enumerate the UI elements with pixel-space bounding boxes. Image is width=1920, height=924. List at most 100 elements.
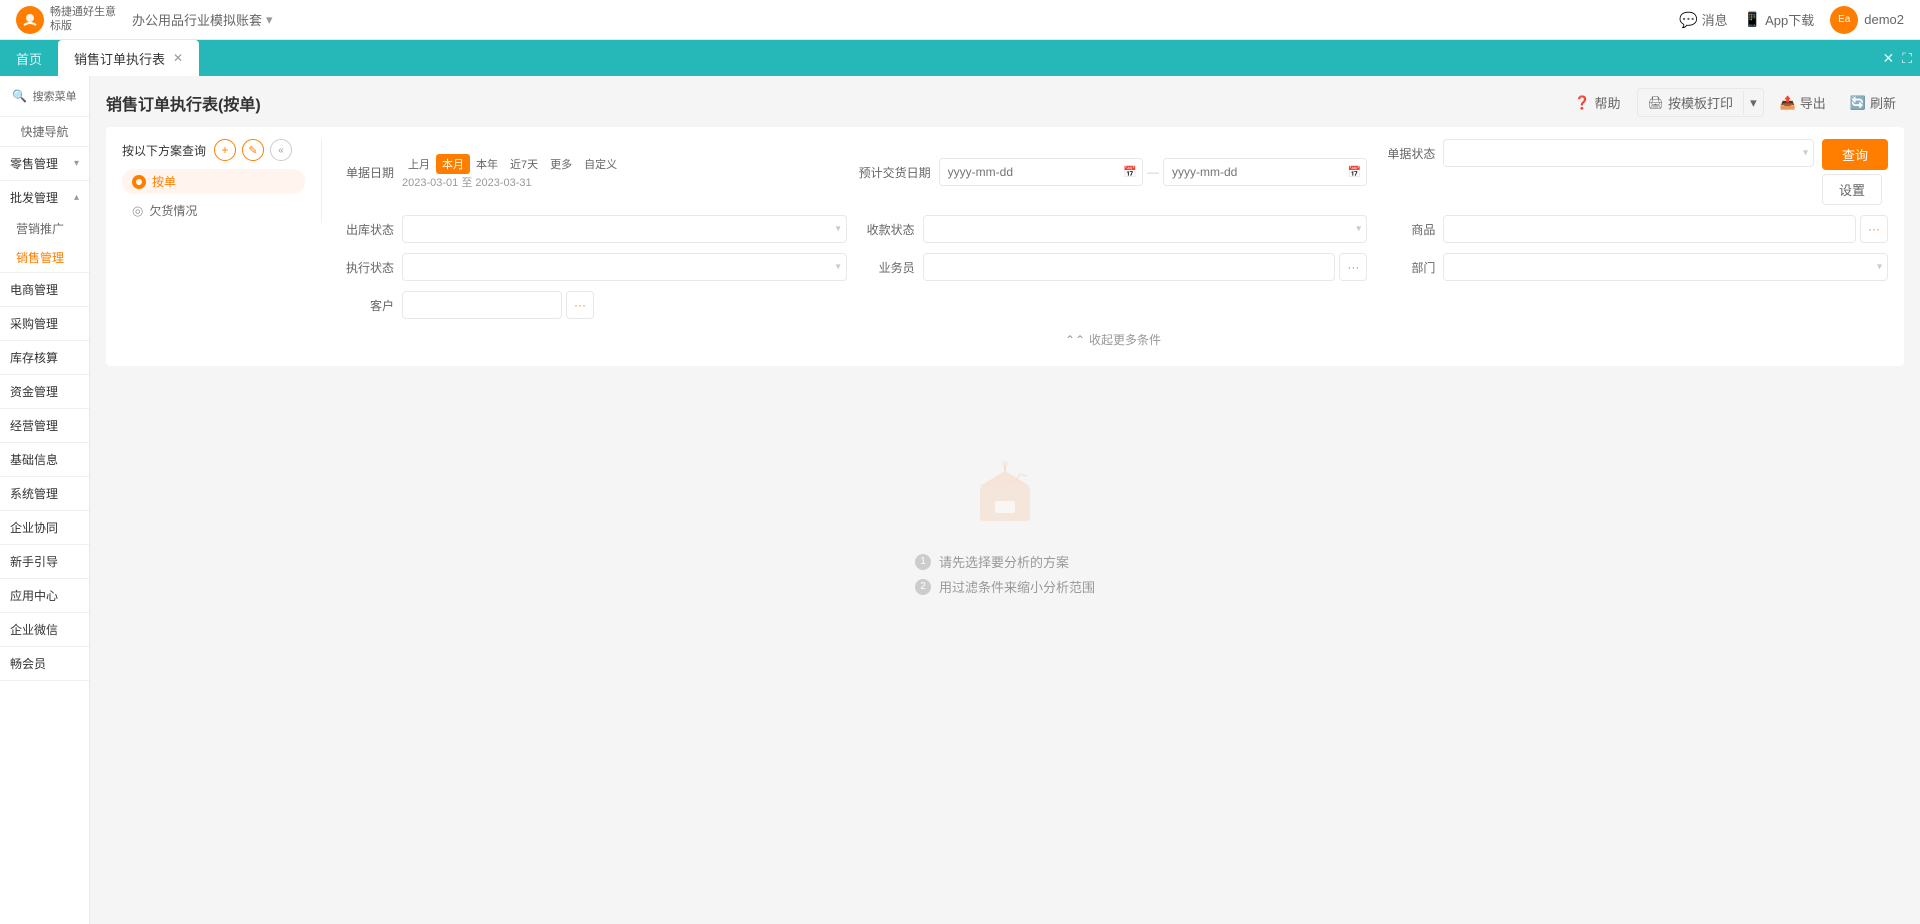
message-button[interactable]: 💬 消息	[1679, 10, 1728, 29]
expected-date-label: 预计交货日期	[859, 164, 931, 181]
expected-date-end-wrap: 📅	[1163, 158, 1367, 186]
tab-close-icon[interactable]: ✕	[173, 51, 183, 65]
expected-date-end-input[interactable]	[1163, 158, 1367, 186]
date-separator: —	[1147, 165, 1159, 179]
date-quick-custom[interactable]: 自定义	[578, 154, 623, 174]
delivery-status-label: 出库状态	[338, 221, 394, 238]
settings-button[interactable]: 设置	[1822, 174, 1882, 205]
edit-plan-button[interactable]: ✎	[242, 139, 264, 161]
date-quick-this-year[interactable]: 本年	[470, 154, 504, 174]
sidebar-operations-title[interactable]: 经营管理	[0, 409, 89, 442]
sidebar-wechat-title[interactable]: 企业微信	[0, 613, 89, 646]
date-quick-more[interactable]: 更多	[544, 154, 578, 174]
product-input-wrap: ···	[1443, 215, 1888, 243]
collapse-bar[interactable]: ⌃⌃ 收起更多条件	[338, 325, 1888, 354]
print-button-group: 🖨 按模板打印 ▾	[1637, 88, 1764, 117]
sidebar: 🔍 搜索菜单 快捷导航 零售管理 ▾ 批发管理 ▴ 营销推广 销售管理	[0, 76, 90, 924]
refresh-button[interactable]: 🔄 刷新	[1842, 89, 1904, 116]
salesperson-field: 业务员 ···	[859, 253, 1368, 281]
search-menu-button[interactable]: 🔍 搜索菜单	[8, 84, 81, 108]
collapse-panel-button[interactable]: «	[270, 139, 292, 161]
plan-active-dot	[132, 175, 146, 189]
salesperson-input-wrap: ···	[923, 253, 1368, 281]
add-plan-button[interactable]: +	[214, 139, 236, 161]
department-input-wrap: ▾	[1443, 253, 1888, 281]
order-status-select[interactable]	[1443, 139, 1814, 167]
payment-status-select[interactable]	[923, 215, 1368, 243]
sidebar-quick-nav[interactable]: 快捷导航	[0, 117, 89, 147]
refresh-icon: 🔄	[1850, 95, 1866, 111]
sidebar-purchase-title[interactable]: 采购管理	[0, 307, 89, 340]
content-area: 销售订单执行表(按单) ❓ 帮助 🖨 按模板打印 ▾ 📤	[90, 76, 1920, 924]
sidebar-group-inventory: 库存核算	[0, 341, 89, 375]
query-button[interactable]: 查询	[1822, 139, 1888, 170]
filter-row-3: 执行状态 ▾ 业务员	[338, 253, 1888, 281]
product-label: 商品	[1379, 221, 1435, 238]
sidebar-ecommerce-title[interactable]: 电商管理	[0, 273, 89, 306]
sidebar-item-marketing[interactable]: 营销推广	[0, 214, 89, 243]
expected-date-start-input[interactable]	[939, 158, 1143, 186]
product-dots-button[interactable]: ···	[1860, 215, 1888, 243]
department-label: 部门	[1379, 259, 1435, 276]
department-select[interactable]	[1443, 253, 1888, 281]
page-header-actions: ❓ 帮助 🖨 按模板打印 ▾ 📤 导出	[1566, 88, 1904, 117]
date-quick-7days[interactable]: 近7天	[504, 154, 544, 174]
print-icon: 🖨	[1648, 95, 1665, 111]
department-field: 部门 ▾	[1379, 253, 1888, 281]
export-icon: 📤	[1780, 95, 1796, 111]
product-input[interactable]	[1443, 215, 1856, 243]
sidebar-item-sales[interactable]: 销售管理	[0, 243, 89, 272]
export-button[interactable]: 📤 导出	[1772, 89, 1834, 116]
sidebar-group-wechat: 企业微信	[0, 613, 89, 647]
app-download-button[interactable]: 📱 App下载	[1744, 10, 1815, 29]
customer-dots-button[interactable]: ···	[566, 291, 594, 319]
sidebar-finance-title[interactable]: 资金管理	[0, 375, 89, 408]
sidebar-basic-title[interactable]: 基础信息	[0, 443, 89, 476]
user-profile[interactable]: Ea demo2	[1830, 6, 1904, 34]
sidebar-group-ecommerce: 电商管理	[0, 273, 89, 307]
sidebar-appstore-title[interactable]: 应用中心	[0, 579, 89, 612]
execution-status-input-wrap: ▾	[402, 253, 847, 281]
sidebar-newuser-title[interactable]: 新手引导	[0, 545, 89, 578]
date-quick-this-month[interactable]: 本月	[436, 154, 470, 174]
tab-home[interactable]: 首页	[0, 40, 58, 76]
query-btn-group: 查询 设置	[1822, 139, 1888, 205]
empty-illustration	[965, 456, 1045, 536]
main-layout: 🔍 搜索菜单 快捷导航 零售管理 ▾ 批发管理 ▴ 营销推广 销售管理	[0, 76, 1920, 924]
plan-item-欠货情况[interactable]: ◎ 欠货情况	[122, 198, 305, 223]
page-content: 销售订单执行表(按单) ❓ 帮助 🖨 按模板打印 ▾ 📤	[90, 76, 1920, 924]
salesperson-input[interactable]	[923, 253, 1336, 281]
sidebar-inventory-title[interactable]: 库存核算	[0, 341, 89, 374]
plan-section-title: 按以下方案查询	[122, 142, 206, 159]
logo-text: 畅捷通好生意 标版	[50, 6, 116, 32]
tab-close-all-icon[interactable]: ✕	[1882, 50, 1894, 67]
tab-sales-order[interactable]: 销售订单执行表 ✕	[58, 40, 199, 76]
delivery-status-select[interactable]	[402, 215, 847, 243]
collapse-up-icon: ⌃⌃	[1065, 333, 1085, 347]
tab-expand-icon[interactable]: ⛶	[1902, 50, 1912, 67]
sidebar-group-appstore: 应用中心	[0, 579, 89, 613]
header-left: 畅捷通好生意 标版 办公用品行业模拟账套 ▾	[16, 6, 273, 34]
print-button[interactable]: 🖨 按模板打印	[1638, 89, 1744, 116]
print-dropdown-button[interactable]: ▾	[1743, 91, 1763, 115]
sidebar-group-wholesale-title[interactable]: 批发管理 ▴	[0, 181, 89, 214]
search-icon: 🔍	[12, 89, 27, 103]
sidebar-group-member: 畅会员	[0, 647, 89, 681]
sidebar-system-title[interactable]: 系统管理	[0, 477, 89, 510]
execution-status-select[interactable]	[402, 253, 847, 281]
wholesale-expand-icon: ▴	[74, 192, 79, 203]
sidebar-member-title[interactable]: 畅会员	[0, 647, 89, 680]
date-quick-last-month[interactable]: 上月	[402, 154, 436, 174]
sidebar-search-area: 🔍 搜索菜单	[0, 76, 89, 117]
sidebar-group-retail-title[interactable]: 零售管理 ▾	[0, 147, 89, 180]
retail-expand-icon: ▾	[74, 158, 79, 169]
salesperson-dots-button[interactable]: ···	[1339, 253, 1367, 281]
sidebar-group-wholesale: 批发管理 ▴ 营销推广 销售管理	[0, 181, 89, 273]
sidebar-enterprise-title[interactable]: 企业协同	[0, 511, 89, 544]
plan-item-按单[interactable]: 按单	[122, 169, 305, 194]
breadcrumb-dropdown-icon[interactable]: ▾	[266, 12, 273, 28]
plan-inactive-icon: ◎	[132, 203, 143, 219]
customer-input[interactable]	[402, 291, 562, 319]
help-button[interactable]: ❓ 帮助	[1566, 89, 1628, 116]
breadcrumb: 办公用品行业模拟账套 ▾	[132, 10, 273, 29]
